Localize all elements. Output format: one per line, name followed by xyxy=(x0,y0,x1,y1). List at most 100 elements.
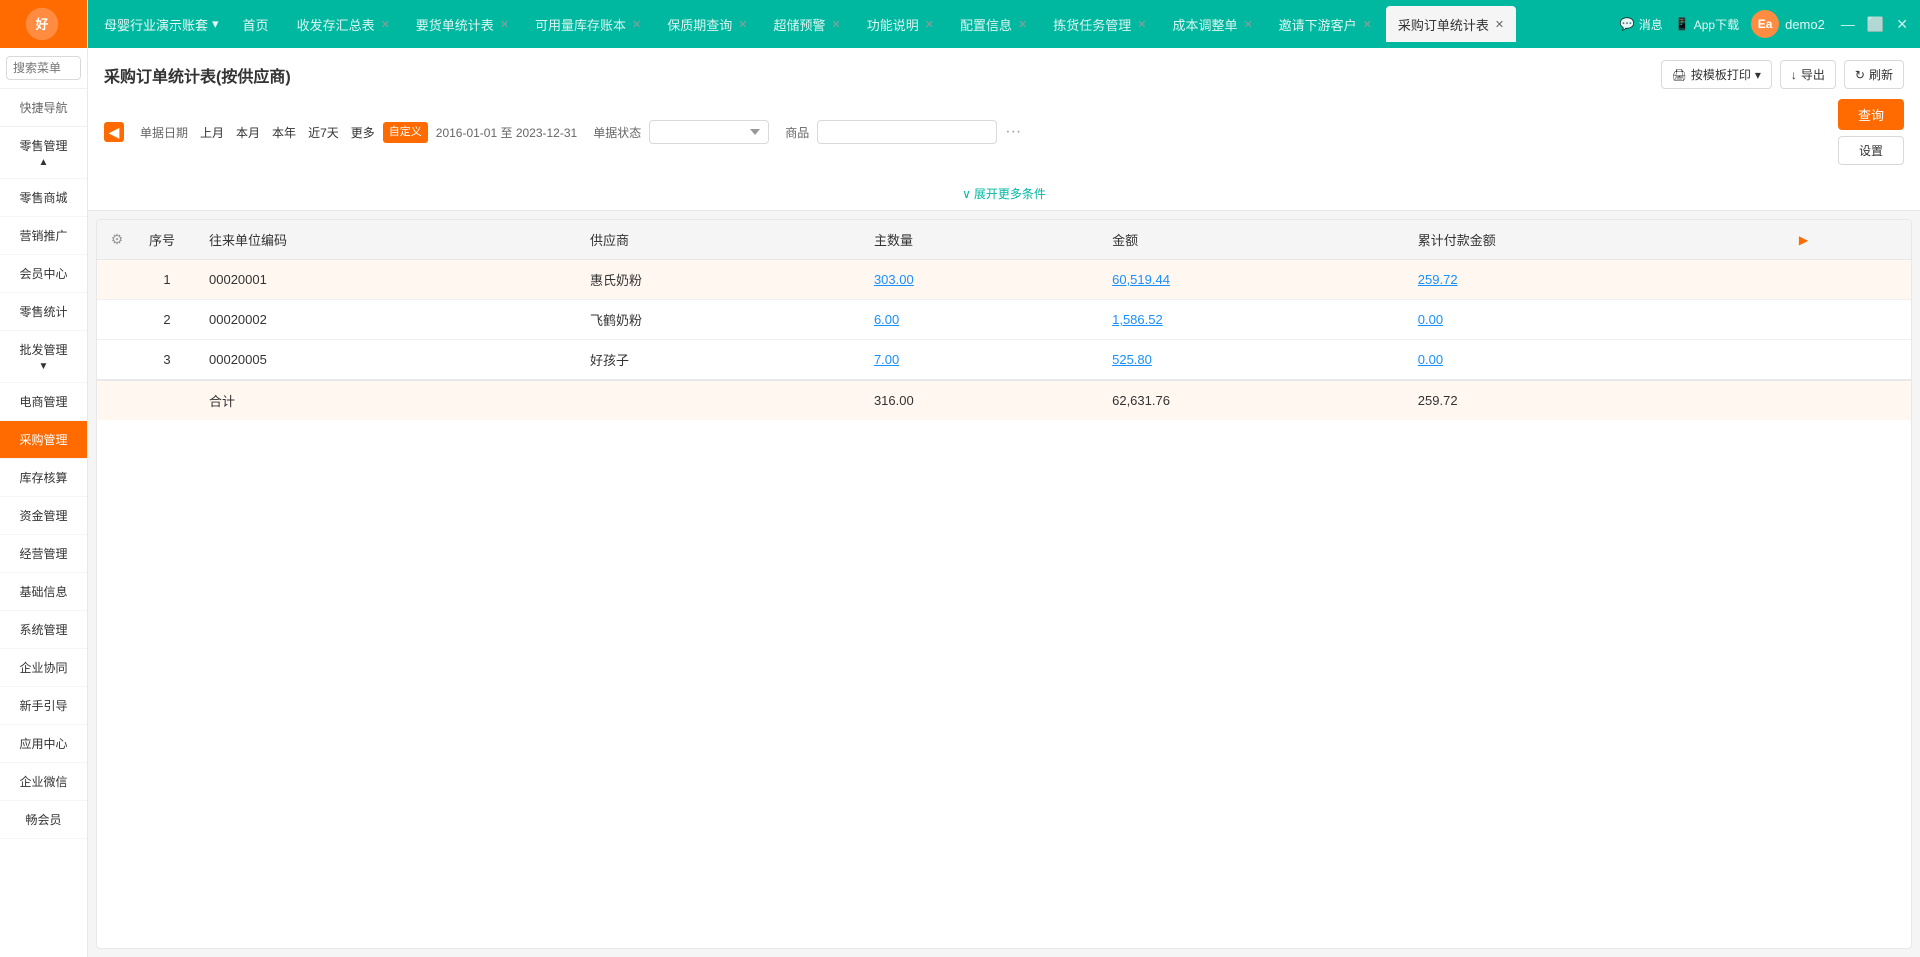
tab-home[interactable]: 首页 xyxy=(229,9,283,40)
sidebar-item-member[interactable]: 会员中心 xyxy=(0,255,87,293)
tab-close-icon[interactable]: ✕ xyxy=(1363,18,1372,31)
date-shortcut-this-year[interactable]: 本年 xyxy=(268,122,300,143)
row-extra xyxy=(1787,300,1911,340)
sidebar-item-marketing[interactable]: 营销推广 xyxy=(0,217,87,255)
user-menu[interactable]: Ea demo2 xyxy=(1751,10,1825,38)
date-filter-group: 单据日期 上月 本月 本年 近7天 更多 自定义 2016-01-01 至 20… xyxy=(140,122,577,143)
app-download-btn[interactable]: 📱 App下载 xyxy=(1675,16,1739,33)
workspace-selector[interactable]: 母婴行业演示账套 ▾ xyxy=(96,15,227,34)
more-options-icon[interactable]: ··· xyxy=(1005,123,1021,141)
sidebar-item-purchase[interactable]: 采购管理 xyxy=(0,421,87,459)
expand-more-button[interactable]: ∨ 展开更多条件 xyxy=(962,185,1046,202)
col-index: 序号 xyxy=(137,220,197,260)
sidebar-item-label: 采购管理 xyxy=(19,431,67,448)
row-main-qty[interactable]: 7.00 xyxy=(862,340,1100,381)
row-amount[interactable]: 1,586.52 xyxy=(1100,300,1406,340)
data-table: ⚙ 序号 往来单位编码 供应商 主数量 金额 累计付款金额 ▶ xyxy=(97,220,1911,420)
tab-expiry-query[interactable]: 保质期查询 ✕ xyxy=(655,6,759,42)
query-button[interactable]: 查询 xyxy=(1838,99,1904,130)
tab-close-icon[interactable]: ✕ xyxy=(738,18,747,31)
sidebar-item-system[interactable]: 系统管理 xyxy=(0,611,87,649)
sidebar-item-retail-mall[interactable]: 零售商城 xyxy=(0,179,87,217)
sidebar-item-ecommerce[interactable]: 电商管理 xyxy=(0,383,87,421)
minimize-btn[interactable]: — xyxy=(1837,14,1859,35)
col-expand: ▶ xyxy=(1787,220,1911,260)
tab-close-icon[interactable]: ✕ xyxy=(832,18,841,31)
status-filter-label: 单据状态 xyxy=(593,124,641,141)
row-supplier-code: 00020001 xyxy=(197,260,578,300)
row-amount[interactable]: 525.80 xyxy=(1100,340,1406,381)
sidebar-item-label: 经营管理 xyxy=(19,545,67,562)
refresh-button[interactable]: ↻ 刷新 xyxy=(1844,60,1904,89)
tab-available-inventory[interactable]: 可用量库存账本 ✕ xyxy=(523,6,653,42)
sidebar-item-basics[interactable]: 基础信息 xyxy=(0,573,87,611)
chevron-up-icon: ▲ xyxy=(39,157,49,168)
tab-close-icon[interactable]: ✕ xyxy=(381,18,390,31)
status-select[interactable] xyxy=(649,120,769,144)
sidebar-item-app-center[interactable]: 应用中心 xyxy=(0,725,87,763)
sidebar-item-wholesale[interactable]: 批发管理 ▼ xyxy=(0,331,87,383)
tab-purchase-stats[interactable]: 采购订单统计表 ✕ xyxy=(1386,6,1516,42)
row-paid-amount[interactable]: 0.00 xyxy=(1406,300,1787,340)
page-header: 采购订单统计表(按供应商) 🖨 按模板打印 ▾ ↓ 导出 ↻ 刷新 xyxy=(88,48,1920,211)
goods-search-input[interactable] xyxy=(817,120,997,144)
tab-collect-dispatch[interactable]: 收发存汇总表 ✕ xyxy=(285,6,402,42)
refresh-icon: ↻ xyxy=(1855,68,1865,82)
settings-button[interactable]: 设置 xyxy=(1838,136,1904,165)
filter-toggle-button[interactable]: ◀ xyxy=(104,122,124,142)
table-settings-icon[interactable]: ⚙ xyxy=(111,231,124,247)
maximize-btn[interactable]: ⬜ xyxy=(1863,14,1888,35)
chevron-down-icon: ∨ xyxy=(962,187,971,201)
sidebar-item-operations[interactable]: 经营管理 xyxy=(0,535,87,573)
btn-label: 刷新 xyxy=(1869,66,1893,83)
row-paid-amount[interactable]: 259.72 xyxy=(1406,260,1787,300)
date-shortcut-last-month[interactable]: 上月 xyxy=(196,122,228,143)
tab-config-info[interactable]: 配置信息 ✕ xyxy=(948,6,1039,42)
sidebar-item-new-guide[interactable]: 新手引导 xyxy=(0,687,87,725)
expand-column-icon[interactable]: ▶ xyxy=(1799,233,1808,247)
quick-nav-label[interactable]: 快捷导航 xyxy=(0,95,87,120)
tab-close-icon[interactable]: ✕ xyxy=(1243,18,1252,31)
tab-invite-downstream[interactable]: 邀请下游客户 ✕ xyxy=(1267,6,1384,42)
sidebar-item-enterprise-wechat[interactable]: 企业微信 xyxy=(0,763,87,801)
tab-close-icon[interactable]: ✕ xyxy=(500,18,509,31)
row-paid-amount[interactable]: 0.00 xyxy=(1406,340,1787,381)
tab-close-icon[interactable]: ✕ xyxy=(925,18,934,31)
sidebar-item-inventory[interactable]: 库存核算 xyxy=(0,459,87,497)
tab-close-icon[interactable]: ✕ xyxy=(1137,18,1146,31)
tab-overstock-warning[interactable]: 超储预警 ✕ xyxy=(762,6,853,42)
tab-function-desc[interactable]: 功能说明 ✕ xyxy=(855,6,946,42)
tab-close-icon[interactable]: ✕ xyxy=(1018,18,1027,31)
sidebar-item-label: 会员中心 xyxy=(19,265,67,282)
date-shortcut-this-month[interactable]: 本月 xyxy=(232,122,264,143)
row-main-qty[interactable]: 6.00 xyxy=(862,300,1100,340)
footer-paid-amount: 259.72 xyxy=(1406,380,1787,420)
search-input[interactable] xyxy=(6,56,81,80)
row-amount[interactable]: 60,519.44 xyxy=(1100,260,1406,300)
chevron-down-icon: ▼ xyxy=(39,361,49,372)
close-btn[interactable]: ✕ xyxy=(1892,14,1912,35)
tab-goods-stats[interactable]: 要货单统计表 ✕ xyxy=(404,6,521,42)
sidebar-item-enterprise[interactable]: 企业协同 xyxy=(0,649,87,687)
sidebar-item-member2[interactable]: 畅会员 xyxy=(0,801,87,839)
sidebar-item-finance[interactable]: 资金管理 xyxy=(0,497,87,535)
date-range-display: 2016-01-01 至 2023-12-31 xyxy=(436,124,577,141)
export-button[interactable]: ↓ 导出 xyxy=(1780,60,1836,89)
tab-cost-adjust[interactable]: 成本调整单 ✕ xyxy=(1160,6,1264,42)
message-btn[interactable]: 💬 消息 xyxy=(1620,16,1663,33)
tab-close-icon[interactable]: ✕ xyxy=(632,18,641,31)
sidebar-item-zero-retail[interactable]: 零售管理 ▲ xyxy=(0,127,87,179)
date-shortcut-7days[interactable]: 近7天 xyxy=(304,122,343,143)
date-shortcut-more[interactable]: 更多 xyxy=(347,122,379,143)
tab-close-icon[interactable]: ✕ xyxy=(1495,18,1504,31)
footer-empty4 xyxy=(1787,380,1911,420)
tab-task-management[interactable]: 拣货任务管理 ✕ xyxy=(1041,6,1158,42)
row-settings-cell xyxy=(97,340,137,381)
sidebar-item-label: 电商管理 xyxy=(19,393,67,410)
download-icon: 📱 xyxy=(1675,17,1690,31)
row-main-qty[interactable]: 303.00 xyxy=(862,260,1100,300)
template-print-button[interactable]: 🖨 按模板打印 ▾ xyxy=(1661,60,1772,89)
sidebar-item-retail-stats[interactable]: 零售统计 xyxy=(0,293,87,331)
sidebar-search-area xyxy=(0,48,87,89)
date-custom-tag[interactable]: 自定义 xyxy=(383,122,428,143)
